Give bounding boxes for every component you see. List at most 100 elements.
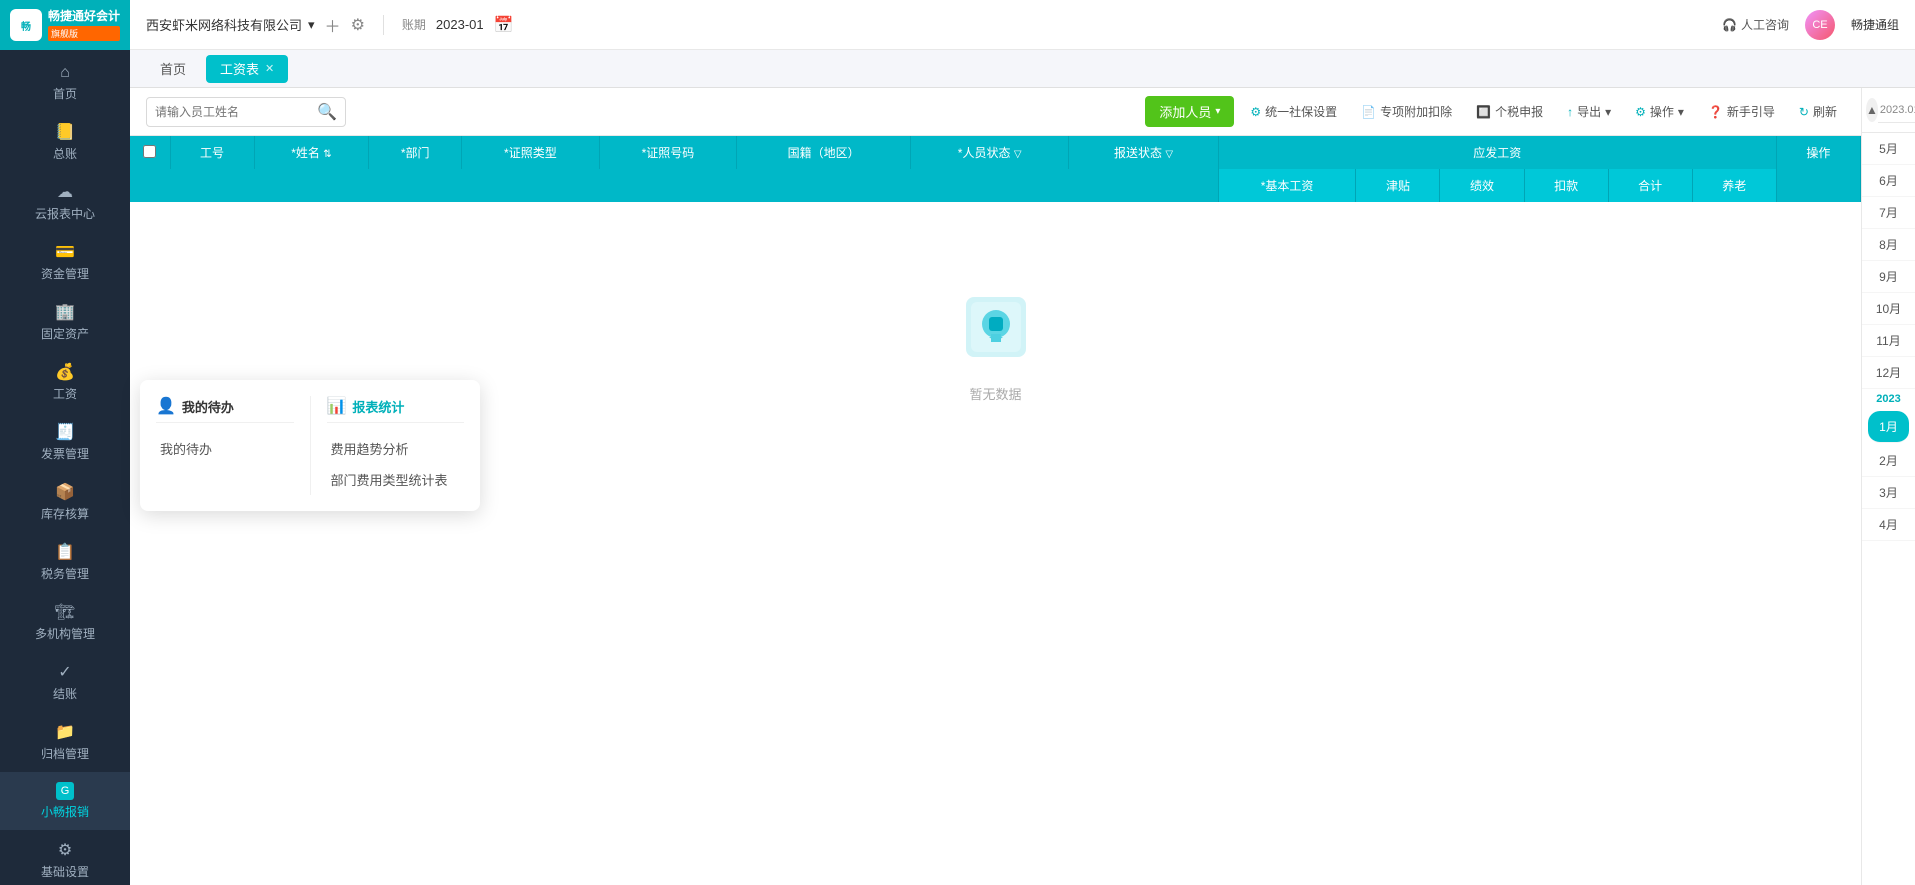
month-prev-btn[interactable]: ▲	[1866, 98, 1878, 122]
refresh-btn[interactable]: ↻ 刷新	[1791, 99, 1845, 124]
sidebar-label-fixed: 固定资产	[41, 325, 89, 342]
tab-home[interactable]: 首页	[146, 55, 200, 83]
th-dept: *部门	[369, 136, 462, 169]
company-dropdown-icon: ▾	[308, 17, 315, 33]
salary-table: 工号 *姓名 ⇅ *部门 *证照类型 *证照号码 国籍（地区） *人员状态 ▽ …	[130, 136, 1861, 202]
month-item-11[interactable]: 11月	[1862, 325, 1915, 357]
th-check[interactable]	[130, 136, 170, 169]
topbar-add-icon[interactable]: ＋	[325, 13, 341, 37]
sidebar-item-cloud[interactable]: ☁ 云报表中心	[0, 172, 130, 232]
sidebar-item-inventory[interactable]: 📦 库存核算	[0, 472, 130, 532]
popup-dept-expense[interactable]: 部门费用类型统计表	[327, 464, 465, 495]
sidebar-item-tax[interactable]: 📋 税务管理	[0, 532, 130, 592]
user-avatar: CE	[1805, 10, 1835, 40]
popup-todo-title: 👤 我的待办	[156, 396, 294, 423]
company-name: 西安虾米网络科技有限公司	[146, 15, 302, 34]
sidebar-item-ledger[interactable]: 📒 总账	[0, 112, 130, 172]
th-total: 合计	[1608, 169, 1692, 202]
tax-report-icon: 🔲	[1476, 105, 1491, 119]
add-person-button[interactable]: 添加人员 ▾	[1145, 96, 1234, 127]
popup-menu: 👤 我的待办 我的待办 📊 报表统计 费用趋势分析 部门费用类型统计表	[140, 380, 480, 511]
consulting-label: 人工咨询	[1741, 16, 1789, 33]
popup-expense-trend[interactable]: 费用趋势分析	[327, 433, 465, 464]
social-security-btn[interactable]: ⚙ 统一社保设置	[1242, 99, 1345, 124]
tabbar: 首页 工资表 ✕	[130, 50, 1915, 88]
popup-report-label: 报表统计	[352, 397, 404, 416]
tab-home-label: 首页	[160, 59, 186, 78]
logo-icon: 畅	[10, 9, 42, 41]
sidebar-item-invoice[interactable]: 🧾 发票管理	[0, 412, 130, 472]
calendar-icon[interactable]: 📅	[494, 15, 514, 35]
sidebar-nav: ⌂ 首页 📒 总账 ☁ 云报表中心 💳 资金管理 🏢 固定资产 💰 工资 🧾 发…	[0, 50, 130, 885]
operate-label: 操作	[1650, 103, 1674, 120]
toolbar-right: 添加人员 ▾ ⚙ 统一社保设置 📄 专项附加扣除 🔲 个税申报	[1145, 96, 1845, 127]
th-deduction: 扣款	[1524, 169, 1608, 202]
topbar-settings-icon[interactable]: ⚙	[351, 15, 365, 35]
popup-todo-label: 我的待办	[182, 397, 234, 416]
sidebar-label-report: 小畅报销	[41, 803, 89, 820]
table-header-row: 工号 *姓名 ⇅ *部门 *证照类型 *证照号码 国籍（地区） *人员状态 ▽ …	[130, 136, 1861, 169]
month-item-10[interactable]: 10月	[1862, 293, 1915, 325]
sidebar-item-basic[interactable]: ⚙ 基础设置	[0, 830, 130, 885]
th-base-salary: *基本工资	[1218, 169, 1356, 202]
home-icon: ⌂	[60, 64, 70, 82]
popup-col-todo: 👤 我的待办 我的待办	[156, 396, 294, 495]
user-name: 畅捷通组	[1851, 16, 1899, 33]
sidebar-item-salary[interactable]: 💰 工资	[0, 352, 130, 412]
toolbar: 🔍 添加人员 ▾ ⚙ 统一社保设置 📄 专项附加扣除	[130, 88, 1861, 136]
popup-my-todo[interactable]: 我的待办	[156, 433, 294, 464]
special-deduct-btn[interactable]: 📄 专项附加扣除	[1353, 99, 1460, 124]
todo-icon: 👤	[156, 396, 176, 416]
sidebar-label-home: 首页	[53, 85, 77, 102]
month-item-9[interactable]: 9月	[1862, 261, 1915, 293]
th-id-type: *证照类型	[462, 136, 600, 169]
month-item-6[interactable]: 6月	[1862, 165, 1915, 197]
topbar: 西安虾米网络科技有限公司 ▾ ＋ ⚙ 账期 2023-01 📅 🎧 人工咨询 C…	[130, 0, 1915, 50]
consulting-btn[interactable]: 🎧 人工咨询	[1722, 16, 1789, 33]
sidebar-item-multi[interactable]: 🏗 多机构管理	[0, 592, 130, 652]
tax-icon: 📋	[55, 542, 75, 562]
month-item-2[interactable]: 2月	[1862, 445, 1915, 477]
sidebar-item-home[interactable]: ⌂ 首页	[0, 54, 130, 112]
add-person-arrow-icon: ▾	[1215, 106, 1220, 117]
month-item-12[interactable]: 12月	[1862, 357, 1915, 389]
month-item-3[interactable]: 3月	[1862, 477, 1915, 509]
month-item-4[interactable]: 4月	[1862, 509, 1915, 541]
period-label: 账期	[402, 16, 426, 33]
th-allowance: 津贴	[1356, 169, 1440, 202]
month-item-1-active[interactable]: 1月	[1868, 411, 1909, 443]
tab-salary-close[interactable]: ✕	[265, 62, 274, 75]
guide-btn[interactable]: ❓ 新手引导	[1700, 99, 1783, 124]
sidebar-item-fund[interactable]: 💳 资金管理	[0, 232, 130, 292]
archive-icon: 📁	[55, 722, 75, 742]
month-item-5[interactable]: 5月	[1862, 133, 1915, 165]
month-item-8[interactable]: 8月	[1862, 229, 1915, 261]
sidebar-item-fixed[interactable]: 🏢 固定资产	[0, 292, 130, 352]
sidebar-item-settlement[interactable]: ✓ 结账	[0, 652, 130, 712]
search-box[interactable]: 🔍	[146, 97, 346, 127]
basic-icon: ⚙	[58, 840, 72, 860]
export-btn[interactable]: ↑ 导出 ▾	[1559, 99, 1619, 124]
company-selector[interactable]: 西安虾米网络科技有限公司 ▾	[146, 15, 315, 34]
th-id-number: *证照号码	[599, 136, 737, 169]
operate-btn[interactable]: ⚙ 操作 ▾	[1627, 99, 1692, 124]
invoice-icon: 🧾	[55, 422, 75, 442]
multi-icon: 🏗	[55, 602, 75, 622]
tab-salary[interactable]: 工资表 ✕	[206, 55, 288, 83]
popup-report-title: 📊 报表统计	[327, 396, 465, 423]
search-input[interactable]	[155, 105, 311, 119]
search-icon: 🔍	[317, 102, 337, 122]
sidebar-item-report[interactable]: G 小畅报销	[0, 772, 130, 830]
month-list: 5月 6月 7月 8月 9月 10月 11月 12月 2023 1月 2月 3月…	[1862, 133, 1915, 885]
period-value[interactable]: 2023-01	[436, 17, 484, 32]
sidebar-label-basic: 基础设置	[41, 863, 89, 880]
add-person-label: 添加人员	[1159, 102, 1211, 121]
month-item-7[interactable]: 7月	[1862, 197, 1915, 229]
ledger-icon: 📒	[55, 122, 75, 142]
sidebar-label-fund: 资金管理	[41, 265, 89, 282]
social-security-icon: ⚙	[1250, 105, 1261, 119]
sidebar-item-archive[interactable]: 📁 归档管理	[0, 712, 130, 772]
tax-report-btn[interactable]: 🔲 个税申报	[1468, 99, 1551, 124]
select-all-checkbox[interactable]	[143, 145, 156, 158]
topbar-right: 🎧 人工咨询 CE 畅捷通组	[1722, 10, 1899, 40]
